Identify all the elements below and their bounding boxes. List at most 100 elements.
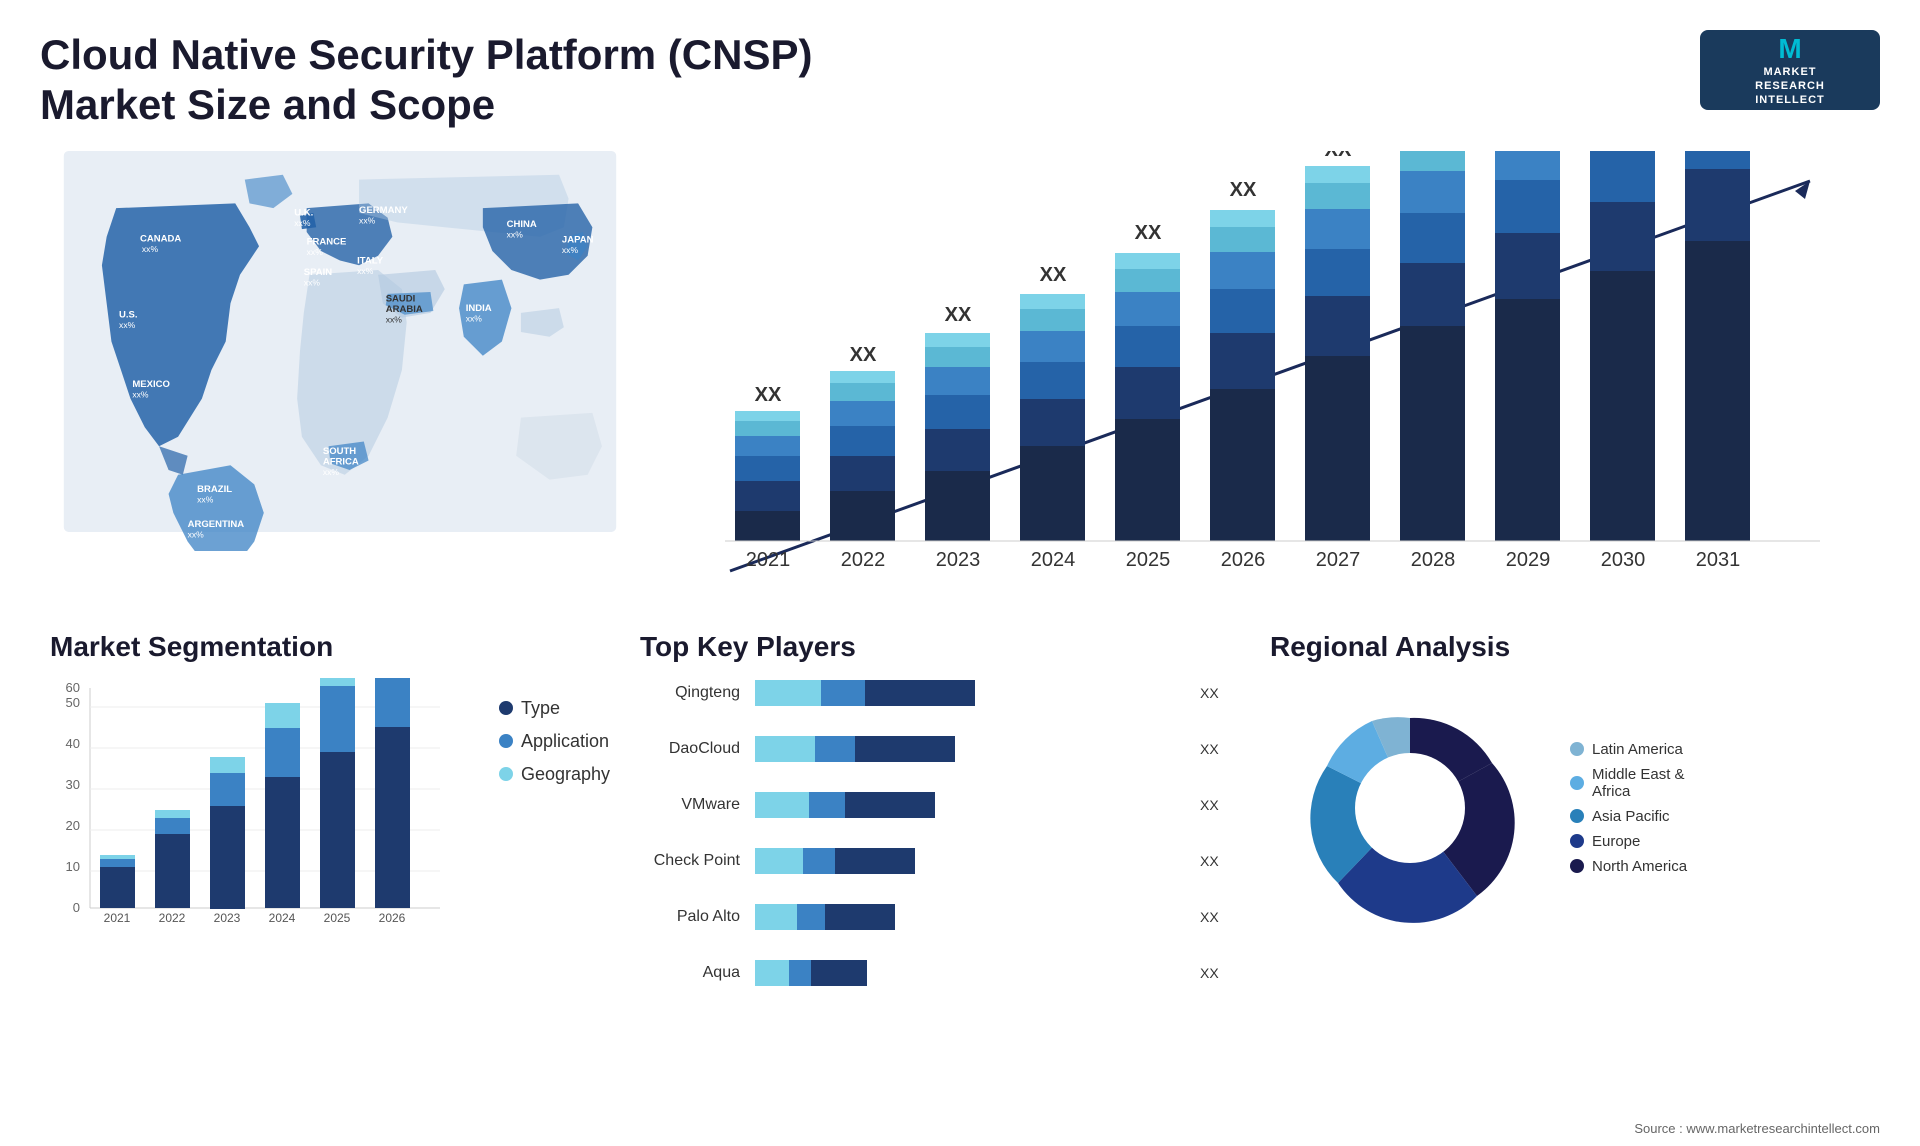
- svg-text:XX: XX: [850, 344, 877, 366]
- segmentation-chart: 0 10 20 30 40 50 60: [50, 678, 610, 963]
- player-value-paloalto: XX: [1200, 909, 1230, 925]
- header: Cloud Native Security Platform (CNSP) Ma…: [0, 0, 1920, 141]
- map-svg: CANADA xx% U.S. xx% MEXICO xx% BRAZIL xx…: [50, 151, 630, 551]
- svg-text:xx%: xx%: [197, 494, 214, 504]
- svg-text:XX: XX: [755, 384, 782, 406]
- map-label-italy: ITALY: [357, 255, 384, 266]
- map-label-brazil: BRAZIL: [197, 484, 232, 495]
- player-bar-qingteng: [755, 678, 1185, 708]
- svg-text:2021: 2021: [746, 549, 791, 571]
- svg-text:2024: 2024: [269, 911, 296, 925]
- player-bar-checkpoint: [755, 846, 1185, 876]
- player-bar-vmware: [755, 790, 1185, 820]
- svg-text:2030: 2030: [1601, 549, 1646, 571]
- legend-application-label: Application: [521, 731, 609, 752]
- svg-text:2026: 2026: [1221, 549, 1266, 571]
- svg-text:2031: 2031: [1696, 549, 1741, 571]
- players-list: Qingteng XX DaoCloud: [640, 678, 1230, 1000]
- legend-europe: Europe: [1570, 833, 1687, 850]
- label-europe: Europe: [1592, 833, 1640, 850]
- logo-letter: M: [1778, 33, 1801, 65]
- player-bar-svg-daocloud: [755, 734, 1135, 764]
- svg-text:20: 20: [66, 818, 80, 833]
- svg-text:2023: 2023: [214, 911, 241, 925]
- map-label-uk: U.K.: [294, 208, 313, 219]
- player-bar-svg-checkpoint: [755, 846, 1135, 876]
- segmentation-legend: Type Application Geography: [499, 678, 610, 785]
- main-bar-chart: XX XX XX XX: [640, 151, 1860, 611]
- player-bar-paloalto: [755, 902, 1185, 932]
- svg-text:xx%: xx%: [294, 218, 311, 228]
- svg-text:xx%: xx%: [357, 266, 374, 276]
- player-value-checkpoint: XX: [1200, 853, 1230, 869]
- svg-text:2029: 2029: [1506, 549, 1551, 571]
- regional-legend: Latin America Middle East &Africa Asia P…: [1570, 741, 1687, 875]
- source-citation: Source : www.marketresearchintellect.com: [1634, 1121, 1880, 1136]
- svg-text:2027: 2027: [1316, 549, 1361, 571]
- svg-text:2025: 2025: [324, 911, 351, 925]
- segmentation-title: Market Segmentation: [50, 631, 610, 663]
- svg-text:2024: 2024: [1031, 549, 1076, 571]
- market-segmentation-section: Market Segmentation 0 10 20 30 40 50: [40, 621, 620, 1010]
- map-label-canada: CANADA: [140, 233, 181, 244]
- player-row-daocloud: DaoCloud XX: [640, 734, 1230, 764]
- map-label-france: FRANCE: [307, 236, 347, 247]
- svg-text:xx%: xx%: [359, 215, 376, 225]
- player-row-paloalto: Palo Alto XX: [640, 902, 1230, 932]
- map-label-saudi: SAUDI: [386, 293, 416, 304]
- legend-application-dot: [499, 734, 513, 748]
- map-label-us: U.S.: [119, 309, 138, 320]
- svg-text:XX: XX: [945, 304, 972, 326]
- legend-geography-label: Geography: [521, 764, 610, 785]
- player-bar-svg-paloalto: [755, 902, 1135, 932]
- page-title: Cloud Native Security Platform (CNSP) Ma…: [40, 30, 940, 131]
- svg-text:ARABIA: ARABIA: [386, 304, 423, 315]
- content-grid: CANADA xx% U.S. xx% MEXICO xx% BRAZIL xx…: [0, 141, 1920, 1010]
- label-north-america: North America: [1592, 858, 1687, 875]
- map-label-spain: SPAIN: [304, 267, 333, 278]
- player-name-daocloud: DaoCloud: [640, 740, 740, 758]
- map-label-mexico: MEXICO: [132, 379, 170, 390]
- player-name-aqua: Aqua: [640, 964, 740, 982]
- player-row-checkpoint: Check Point XX: [640, 846, 1230, 876]
- svg-text:XX: XX: [1040, 264, 1067, 286]
- svg-text:xx%: xx%: [323, 467, 340, 477]
- player-bar-svg-vmware: [755, 790, 1135, 820]
- dot-latin-america: [1570, 742, 1584, 756]
- svg-text:50: 50: [66, 695, 80, 710]
- regional-analysis-section: Regional Analysis: [1250, 621, 1880, 1010]
- svg-text:xx%: xx%: [188, 529, 205, 539]
- label-latin-america: Latin America: [1592, 741, 1683, 758]
- player-row-vmware: VMware XX: [640, 790, 1230, 820]
- svg-text:xx%: xx%: [132, 389, 149, 399]
- seg-svg: 0 10 20 30 40 50 60: [50, 678, 450, 958]
- player-bar-aqua: [755, 958, 1185, 988]
- legend-geography-dot: [499, 767, 513, 781]
- svg-text:XX: XX: [1230, 179, 1257, 201]
- svg-text:AFRICA: AFRICA: [323, 456, 359, 467]
- map-label-china: CHINA: [507, 219, 537, 230]
- player-name-paloalto: Palo Alto: [640, 908, 740, 926]
- legend-type: Type: [499, 698, 610, 719]
- map-label-argentina: ARGENTINA: [188, 519, 245, 530]
- svg-text:40: 40: [66, 736, 80, 751]
- legend-geography: Geography: [499, 764, 610, 785]
- donut-chart: [1270, 678, 1550, 938]
- player-value-qingteng: XX: [1200, 685, 1230, 701]
- svg-text:2022: 2022: [841, 549, 886, 571]
- map-label-south-africa: SOUTH: [323, 446, 356, 457]
- label-mea: Middle East &Africa: [1592, 766, 1685, 800]
- svg-text:xx%: xx%: [142, 244, 159, 254]
- donut-container: Latin America Middle East &Africa Asia P…: [1270, 678, 1860, 938]
- legend-mea: Middle East &Africa: [1570, 766, 1687, 800]
- player-bar-svg-aqua: [755, 958, 1135, 988]
- svg-text:xx%: xx%: [304, 277, 321, 287]
- key-players-section: Top Key Players Qingteng XX: [620, 621, 1250, 1010]
- bottom-right: Top Key Players Qingteng XX: [620, 621, 1880, 1010]
- map-label-india: INDIA: [466, 303, 492, 314]
- map-label-japan: JAPAN: [562, 234, 594, 245]
- bar-chart-section: XX XX XX XX: [620, 141, 1880, 621]
- map-label-germany: GERMANY: [359, 205, 408, 216]
- svg-text:xx%: xx%: [466, 313, 483, 323]
- svg-text:XX: XX: [1135, 222, 1162, 244]
